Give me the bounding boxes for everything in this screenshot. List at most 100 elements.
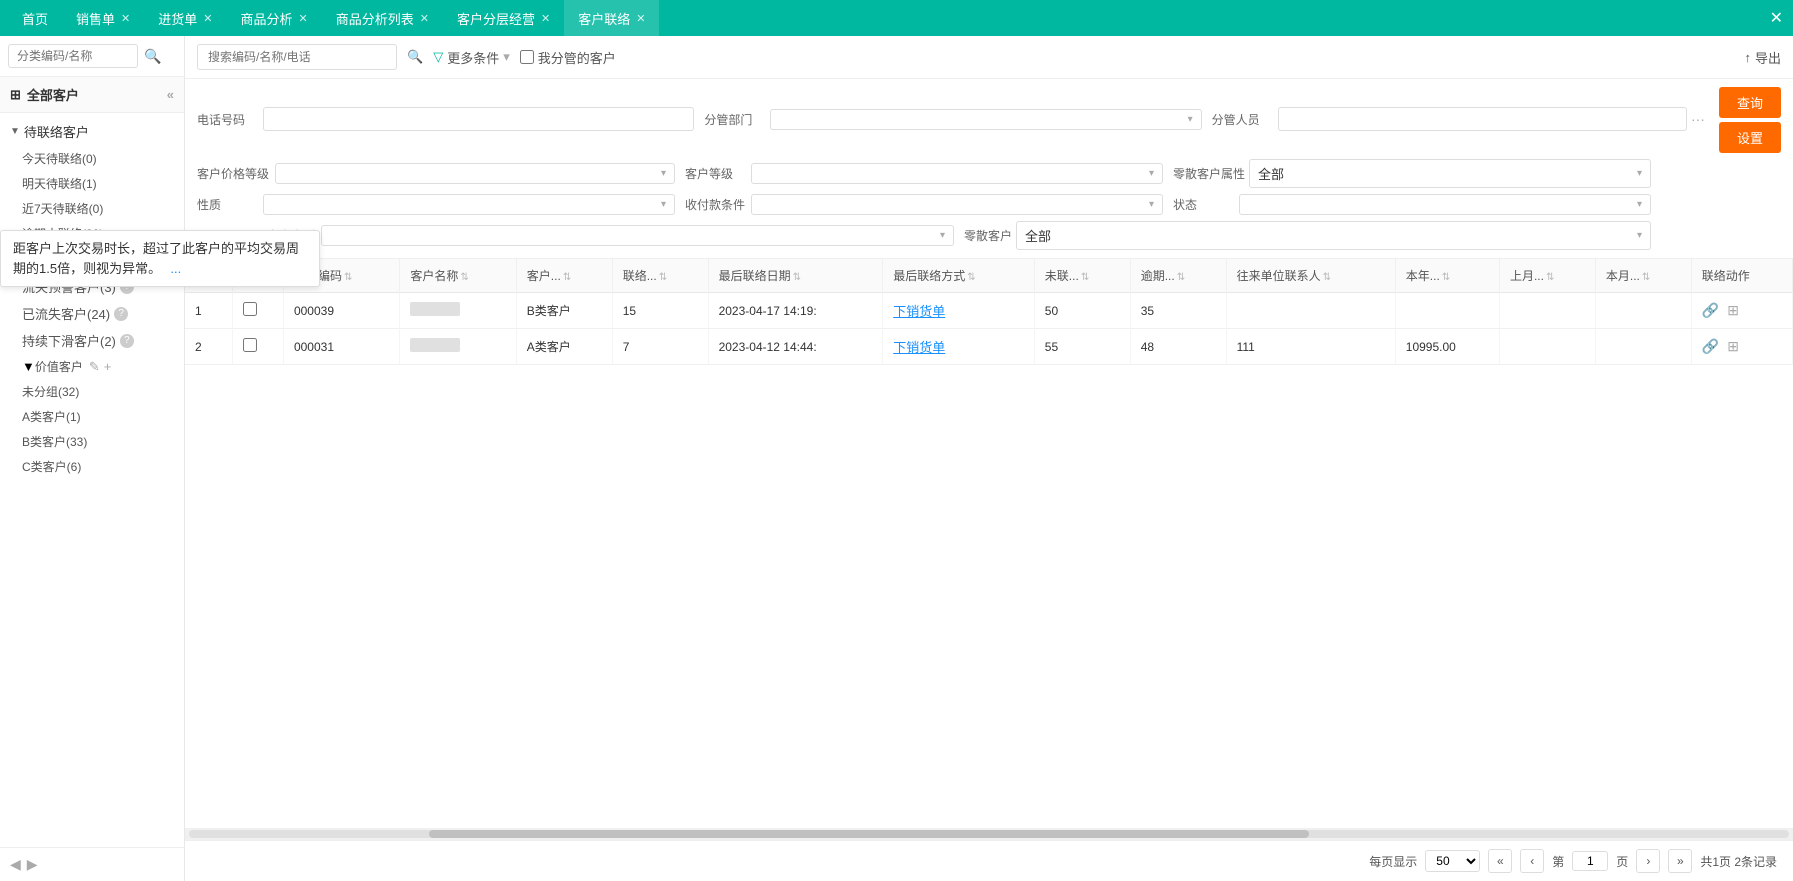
action-buttons: 查询 设置 bbox=[1719, 85, 1781, 153]
main-layout: 🔍 ⊞ 全部客户 « ▼ 待联络客户 今天待联络(0) 明天待联络(1) 近7天… bbox=[0, 36, 1793, 881]
declining-question-icon[interactable]: ? bbox=[120, 334, 134, 348]
row2-last-contact-method[interactable]: 下销货单 bbox=[883, 329, 1035, 365]
row2-link-icon[interactable]: 🔗 bbox=[1702, 338, 1719, 355]
nav-item-customer-contact[interactable]: 客户联络 ✕ bbox=[564, 0, 659, 36]
nav-item-home[interactable]: 首页 bbox=[8, 0, 62, 36]
sidebar-search-input[interactable] bbox=[8, 44, 138, 68]
status-select[interactable]: ▾ bbox=[1239, 194, 1651, 215]
row2-overdue: 48 bbox=[1130, 329, 1226, 365]
customer-table: ⚙ 客户编码⇅ 客户名称⇅ 客户...⇅ 联络...⇅ 最后联络日期⇅ 最后联络… bbox=[185, 259, 1793, 365]
prev-page-button[interactable]: ‹ bbox=[1520, 849, 1544, 873]
manager-input[interactable] bbox=[1278, 107, 1687, 131]
price-level-select[interactable]: ▾ bbox=[275, 163, 675, 184]
edit-group-icon[interactable]: ✎ bbox=[89, 359, 100, 375]
row2-actions: 🔗 ⊞ bbox=[1691, 329, 1792, 365]
c-class-item[interactable]: C类客户(6) bbox=[0, 454, 184, 479]
nature-select[interactable]: ▾ bbox=[263, 194, 675, 215]
today-pending-item[interactable]: 今天待联络(0) bbox=[0, 146, 184, 171]
row1-action-icons: 🔗 ⊞ bbox=[1702, 302, 1782, 319]
row2-grid-icon[interactable]: ⊞ bbox=[1727, 338, 1739, 355]
close-product-analysis-list-icon[interactable]: ✕ bbox=[420, 12, 429, 25]
tomorrow-pending-item[interactable]: 明天待联络(1) bbox=[0, 171, 184, 196]
col-related-contact[interactable]: 往来单位联系人⇅ bbox=[1226, 259, 1395, 293]
query-button[interactable]: 查询 bbox=[1719, 87, 1781, 118]
page-number-input[interactable] bbox=[1572, 851, 1608, 871]
customer-level-select[interactable]: ▾ bbox=[751, 163, 1163, 184]
col-this-month[interactable]: 本月...⇅ bbox=[1595, 259, 1691, 293]
first-page-button[interactable]: « bbox=[1488, 849, 1512, 873]
value-customer-group-header[interactable]: ▼ 价值客户 ✎ + bbox=[0, 354, 184, 379]
export-icon: ↑ bbox=[1744, 50, 1751, 65]
row1-select-checkbox[interactable] bbox=[243, 302, 257, 316]
manager-dots-icon[interactable]: ··· bbox=[1687, 111, 1709, 127]
churned-question-icon[interactable]: ? bbox=[114, 307, 128, 321]
nav-item-product-analysis[interactable]: 商品分析 ✕ bbox=[226, 0, 321, 36]
nav-item-sales[interactable]: 销售单 ✕ bbox=[62, 0, 144, 36]
sidebar-search-icon[interactable]: 🔍 bbox=[144, 48, 161, 65]
my-customers-checkbox[interactable] bbox=[520, 50, 534, 64]
row2-select-checkbox[interactable] bbox=[243, 338, 257, 352]
last-page-button[interactable]: » bbox=[1668, 849, 1692, 873]
col-overdue[interactable]: 逾期...⇅ bbox=[1130, 259, 1226, 293]
customer-type-filter: 客户类型 ▾ bbox=[267, 225, 954, 246]
close-all-tabs-icon[interactable]: ✕ bbox=[1770, 8, 1783, 28]
all-customers-title[interactable]: ⊞ 全部客户 « bbox=[0, 77, 184, 113]
phone-input[interactable] bbox=[263, 107, 694, 131]
col-uncontacted[interactable]: 未联...⇅ bbox=[1034, 259, 1130, 293]
customer-level-arrow-icon: ▾ bbox=[1149, 168, 1154, 179]
sidebar-prev-icon[interactable]: ◀ bbox=[10, 856, 21, 873]
close-sales-icon[interactable]: ✕ bbox=[121, 12, 130, 25]
col-name[interactable]: 客户名称⇅ bbox=[400, 259, 516, 293]
scrollbar-thumb[interactable] bbox=[429, 830, 1309, 838]
customer-type-select[interactable]: ▾ bbox=[321, 225, 954, 246]
col-type[interactable]: 客户...⇅ bbox=[516, 259, 612, 293]
a-class-item[interactable]: A类客户(1) bbox=[0, 404, 184, 429]
add-group-icon[interactable]: + bbox=[104, 359, 112, 375]
close-customer-contact-icon[interactable]: ✕ bbox=[636, 12, 645, 25]
row2-code: 000031 bbox=[283, 329, 399, 365]
nav-item-product-analysis-list[interactable]: 商品分析列表 ✕ bbox=[322, 0, 443, 36]
per-page-select[interactable]: 50 100 200 bbox=[1425, 850, 1480, 872]
dept-select[interactable]: ▾ bbox=[770, 109, 1201, 130]
row1-link-icon[interactable]: 🔗 bbox=[1702, 302, 1719, 319]
row1-overdue: 35 bbox=[1130, 293, 1226, 329]
col-last-contact-date[interactable]: 最后联络日期⇅ bbox=[708, 259, 883, 293]
declining-item[interactable]: 持续下滑客户(2) ? bbox=[0, 327, 184, 354]
row2-checkbox bbox=[232, 329, 283, 365]
nav-item-customer-tier[interactable]: 客户分层经营 ✕ bbox=[443, 0, 564, 36]
pending-contact-group[interactable]: ▼ 待联络客户 bbox=[0, 117, 184, 146]
nav-label-product-analysis: 商品分析 bbox=[240, 9, 292, 28]
search-button-icon[interactable]: 🔍 bbox=[407, 49, 423, 65]
col-contact-count[interactable]: 联络...⇅ bbox=[612, 259, 708, 293]
row1-last-contact-method[interactable]: 下销货单 bbox=[883, 293, 1035, 329]
search-input[interactable] bbox=[197, 44, 397, 70]
export-button[interactable]: ↑ 导出 bbox=[1744, 48, 1781, 67]
table-wrapper[interactable]: ⚙ 客户编码⇅ 客户名称⇅ 客户...⇅ 联络...⇅ 最后联络日期⇅ 最后联络… bbox=[185, 259, 1793, 828]
col-year-amount[interactable]: 本年...⇅ bbox=[1395, 259, 1499, 293]
col-last-month[interactable]: 上月...⇅ bbox=[1499, 259, 1595, 293]
nav-label-sales: 销售单 bbox=[76, 9, 115, 28]
settings-button[interactable]: 设置 bbox=[1719, 122, 1781, 153]
close-customer-tier-icon[interactable]: ✕ bbox=[541, 12, 550, 25]
close-purchase-icon[interactable]: ✕ bbox=[203, 12, 212, 25]
nav-item-purchase[interactable]: 进货单 ✕ bbox=[144, 0, 226, 36]
more-conditions-btn[interactable]: ▽ 更多条件 ▾ bbox=[433, 48, 510, 67]
table-header: ⚙ 客户编码⇅ 客户名称⇅ 客户...⇅ 联络...⇅ 最后联络日期⇅ 最后联络… bbox=[185, 259, 1793, 293]
scatter-customer-arrow-icon: ▾ bbox=[1637, 230, 1642, 241]
row2-last-contact-date: 2023-04-12 14:44: bbox=[708, 329, 883, 365]
scatter-customer-select[interactable]: 全部 ▾ bbox=[1016, 221, 1651, 250]
ungrouped-item[interactable]: 未分组(32) bbox=[0, 379, 184, 404]
close-product-analysis-icon[interactable]: ✕ bbox=[299, 12, 308, 25]
sidebar-next-icon[interactable]: ▶ bbox=[27, 856, 38, 873]
row1-grid-icon[interactable]: ⊞ bbox=[1727, 302, 1739, 319]
b-class-item[interactable]: B类客户(33) bbox=[0, 429, 184, 454]
collapse-sidebar-icon[interactable]: « bbox=[167, 87, 174, 102]
churned-item[interactable]: 已流失客户(24) ? bbox=[0, 300, 184, 327]
horizontal-scrollbar[interactable] bbox=[185, 828, 1793, 840]
payment-select[interactable]: ▾ bbox=[751, 194, 1163, 215]
week-pending-item[interactable]: 近7天待联络(0) bbox=[0, 196, 184, 221]
scatter-attr-select[interactable]: 全部 ▾ bbox=[1249, 159, 1651, 188]
col-last-contact-method[interactable]: 最后联络方式⇅ bbox=[883, 259, 1035, 293]
sidebar-tree: ▼ 待联络客户 今天待联络(0) 明天待联络(1) 近7天待联络(0) 逾期未联… bbox=[0, 113, 184, 847]
next-page-button[interactable]: › bbox=[1636, 849, 1660, 873]
